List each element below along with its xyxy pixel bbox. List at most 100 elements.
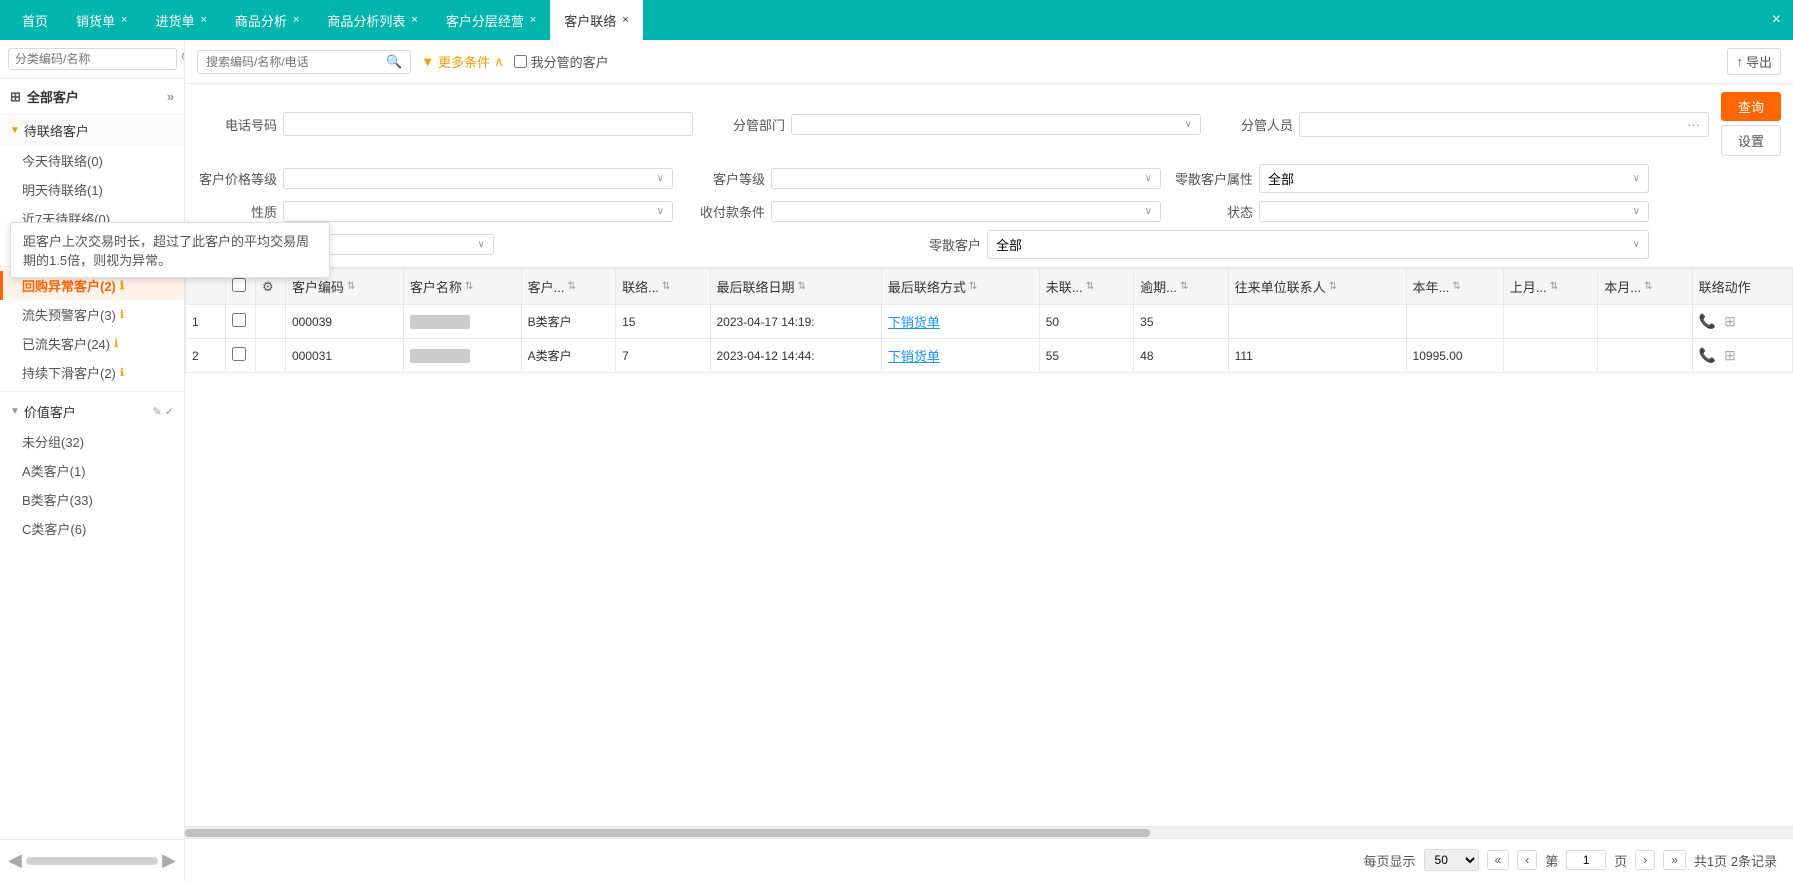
th-actions: 联络动作 [1692,269,1792,305]
page-input[interactable] [1566,850,1606,870]
row2-checkbox[interactable] [232,347,246,361]
filter-area: 电话号码 分管部门 ∨ 分管人员 ··· [185,84,1793,268]
nav-contact-close[interactable]: × [622,14,628,26]
th-overdue[interactable]: 逾期... ⇅ [1134,269,1228,305]
sidebar-all-customers[interactable]: ⊞ 全部客户 » [0,79,184,115]
first-page-btn[interactable]: « [1487,850,1510,870]
sidebar-item-class-c[interactable]: C类客户(6) [0,514,184,543]
toolbar-search-icon[interactable]: 🔍 [386,54,402,70]
sidebar-item-class-a[interactable]: A类客户(1) [0,456,184,485]
nav-home[interactable]: 首页 [8,0,62,40]
th-last-contact-method[interactable]: 最后联络方式 ⇅ [881,269,1039,305]
action-more-2[interactable]: ⊞ [1724,347,1736,364]
retail-customer-select[interactable]: 全部 ∨ [987,230,1649,259]
th-this-year[interactable]: 本年... ⇅ [1406,269,1503,305]
nav-analysis-close[interactable]: × [293,14,299,26]
sidebar-collapse-icon[interactable]: » [167,89,174,104]
nav-segment-close[interactable]: × [530,14,536,26]
th-last-month[interactable]: 上月... ⇅ [1503,269,1597,305]
customer-level-select[interactable]: ∨ [771,168,1161,189]
sidebar-left-icon[interactable]: ◀ [8,850,22,871]
retail-attr-select[interactable]: 全部 ∨ [1259,164,1649,193]
horizontal-scrollbar[interactable] [185,826,1793,838]
sidebar-right-icon[interactable]: ▶ [162,850,176,871]
edit-icon[interactable]: ✎ ✓ [153,405,175,418]
sort-method-icon: ⇅ [969,281,977,292]
row1-checkbox[interactable] [232,313,246,327]
sidebar-section-value[interactable]: ▼ 价值客户 ✎ ✓ [0,396,184,427]
dept-select[interactable]: ∨ [791,114,1201,135]
th-company-contact[interactable]: 往来单位联系人 ⇅ [1228,269,1406,305]
my-customers-checkbox[interactable] [514,55,527,68]
tooltip-box: 距客户上次交易时长，超过了此客户的平均交易周期的1.5倍，则视为异常。 [185,222,330,278]
action-phone-2[interactable]: 📞 [1699,347,1716,364]
query-button[interactable]: 查询 [1721,92,1781,121]
per-page-select[interactable]: 50 20 100 [1424,849,1479,871]
th-unreached[interactable]: 未联... ⇅ [1039,269,1133,305]
sidebar-item-today[interactable]: 今天待联络(0) [0,146,184,175]
th-this-month[interactable]: 本月... ⇅ [1598,269,1692,305]
scrollbar-thumb[interactable] [185,829,1150,837]
price-level-select[interactable]: ∨ [283,168,673,189]
filter-expand-icon: ∧ [494,54,504,70]
sidebar-item-lost[interactable]: 已流失客户(24) ℹ [0,329,184,358]
select-all-checkbox[interactable] [232,278,246,292]
sidebar-item-tomorrow[interactable]: 明天待联络(1) [0,175,184,204]
divider-2 [0,391,184,392]
nav-customer-segment[interactable]: 客户分层经营 × [432,0,550,40]
export-icon: ↑ [1736,54,1743,69]
nav-sales[interactable]: 销货单 × [62,0,141,40]
next-page-btn[interactable]: › [1635,850,1655,870]
filter-price-level: 客户价格等级 ∨ [197,168,673,189]
sidebar-item-unclassified[interactable]: 未分组(32) [0,427,184,456]
prev-page-btn[interactable]: ‹ [1517,850,1537,870]
cell-unreached-2: 55 [1039,339,1133,373]
my-customers-checkbox-label[interactable]: 我分管的客户 [514,52,609,71]
th-last-contact-date[interactable]: 最后联络日期 ⇅ [710,269,881,305]
cell-method-2[interactable]: 下销货单 [881,339,1039,373]
person-select[interactable]: ··· [1299,112,1709,137]
last-page-btn[interactable]: » [1663,850,1686,870]
retail-customer-value: 全部 [996,235,1022,254]
payment-select[interactable]: ∨ [771,201,1161,222]
sidebar-item-class-b[interactable]: B类客户(33) [0,485,184,514]
th-customer-type[interactable]: 客户... ⇅ [521,269,615,305]
toolbar-search-input[interactable] [206,55,386,69]
per-page-label: 每页显示 [1364,851,1416,870]
nav-analysis[interactable]: 商品分析 × [221,0,313,40]
nav-sales-close[interactable]: × [121,14,127,26]
nav-analysis-list[interactable]: 商品分析列表 × [313,0,431,40]
filter-row-2: 客户价格等级 ∨ 客户等级 ∨ 零散客户属性 全部 [197,164,1781,193]
nav-analysis-list-close[interactable]: × [411,14,417,26]
sidebar-search-input[interactable] [8,48,177,70]
nav-purchase[interactable]: 进货单 × [141,0,220,40]
method-link-2[interactable]: 下销货单 [888,349,940,364]
sidebar-item-loss-warning[interactable]: 流失预警客户(3) ℹ [0,300,184,329]
filter-more-btn[interactable]: ▼ 更多条件 ∧ [421,52,503,71]
status-select[interactable]: ∨ [1259,201,1649,222]
action-phone-1[interactable]: 📞 [1699,313,1716,330]
cell-name-1 [403,305,521,339]
th-contact[interactable]: 联络... ⇅ [616,269,710,305]
gender-arrow: ∨ [657,206,664,217]
settings-button[interactable]: 设置 [1721,125,1781,156]
sort-unreached-icon: ⇅ [1086,281,1094,292]
table-container[interactable]: ⚙ 客户编码 ⇅ 客户名称 ⇅ [185,268,1793,826]
page-label: 第 [1545,851,1558,870]
nav-customer-contact[interactable]: 客户联络 × [550,0,642,40]
cell-method-1[interactable]: 下销货单 [881,305,1039,339]
table-settings-icon[interactable]: ⚙ [262,279,274,294]
sidebar-item-declining[interactable]: 持续下滑客户(2) ℹ [0,358,184,387]
sidebar-section-pending[interactable]: ▼ 待联络客户 [0,115,184,146]
section2-arrow-icon: ▼ [10,406,20,417]
export-button[interactable]: ↑ 导出 [1727,48,1781,75]
phone-input[interactable] [283,112,693,136]
th-customer-name[interactable]: 客户名称 ⇅ [403,269,521,305]
cell-year-2: 10995.00 [1406,339,1503,373]
nav-purchase-close[interactable]: × [200,14,206,26]
cell-unreached-1: 50 [1039,305,1133,339]
window-close-button[interactable]: × [1772,11,1781,29]
gender-select[interactable]: ∨ [283,201,673,222]
action-more-1[interactable]: ⊞ [1724,313,1736,330]
method-link-1[interactable]: 下销货单 [888,315,940,330]
